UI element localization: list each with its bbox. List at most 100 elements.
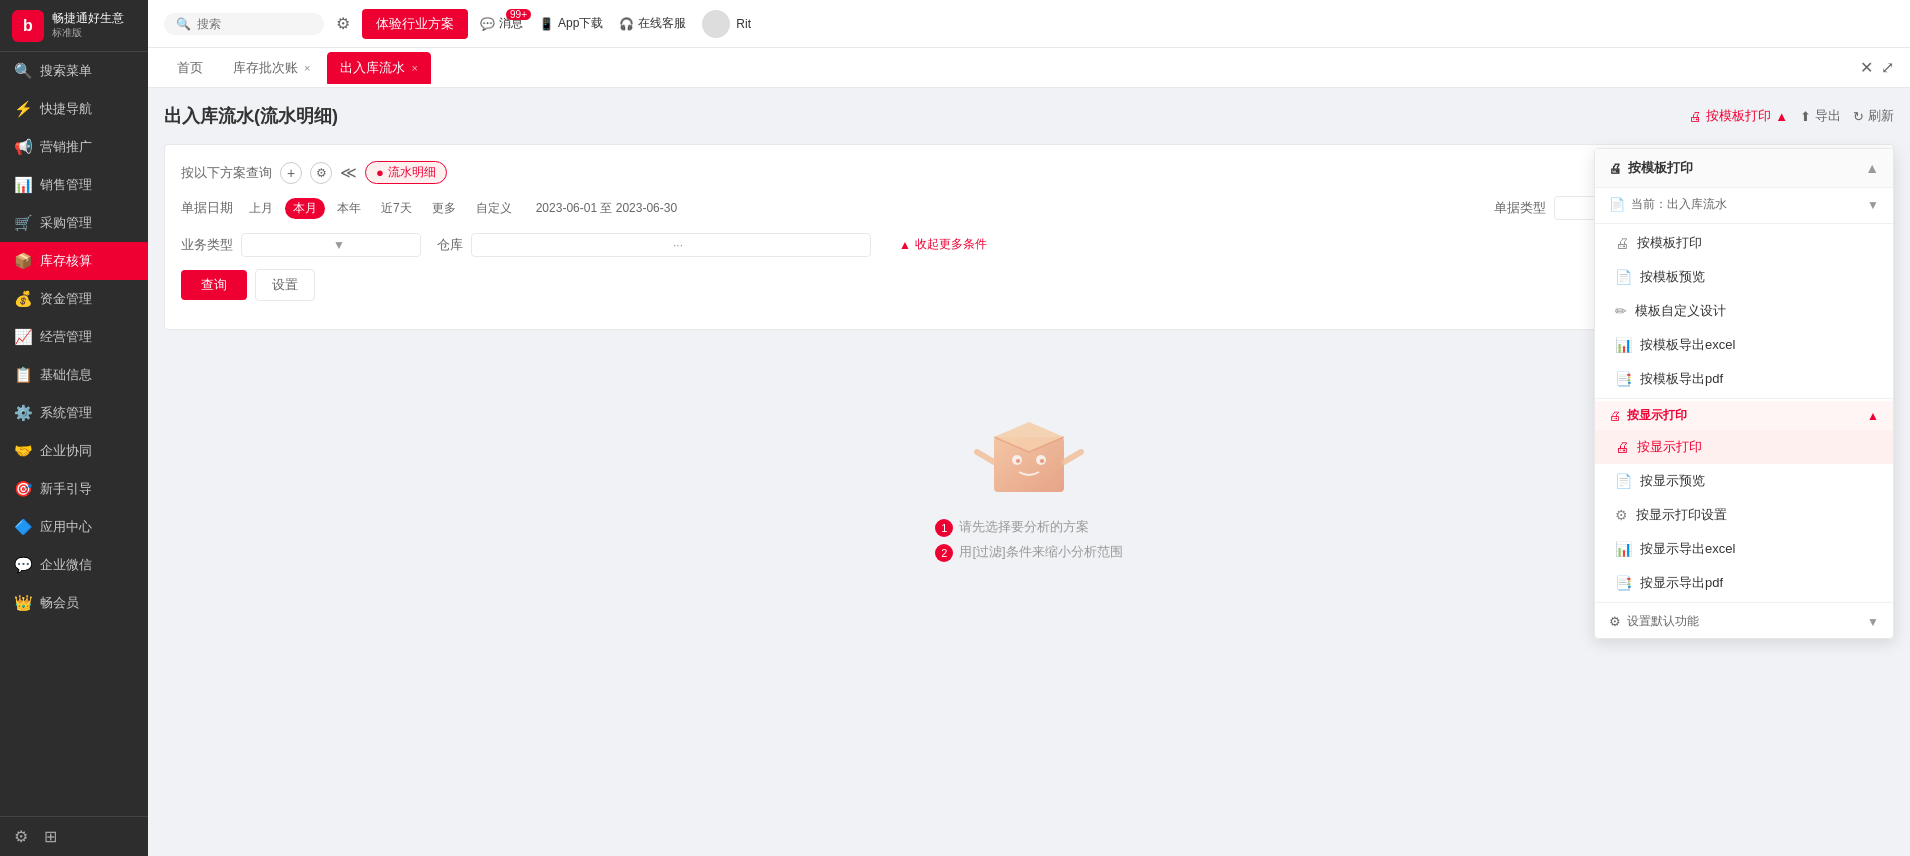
tab-minimize[interactable]: ⤢: [1881, 58, 1894, 77]
pdf-icon-1: 📑: [1615, 371, 1632, 387]
sidebar-item-wechat[interactable]: 💬 企业微信: [0, 546, 148, 584]
tab-home[interactable]: 首页: [164, 52, 216, 84]
headset-icon: 🎧: [619, 17, 634, 31]
display-section-arrow-icon: ▲: [1867, 409, 1879, 423]
dropdown-title: 🖨 按模板打印: [1609, 159, 1693, 177]
sidebar-item-basic-info[interactable]: 📋 基础信息: [0, 356, 148, 394]
message-badge[interactable]: 💬 消息 99+: [480, 15, 523, 32]
date-tab-more[interactable]: 更多: [424, 198, 464, 219]
topbar-gear-icon[interactable]: ⚙: [336, 14, 350, 33]
current-template-icon: 📄: [1609, 197, 1625, 212]
collapse-btn[interactable]: ▲ 收起更多条件: [887, 232, 999, 257]
sidebar-item-purchase[interactable]: 🛒 采购管理: [0, 204, 148, 242]
search-btn[interactable]: 查询: [181, 270, 247, 300]
tabs-bar: 首页 库存批次账 × 出入库流水 × ✕ ⤢: [148, 48, 1910, 88]
quick-nav-icon: ⚡: [14, 100, 32, 118]
date-tab-this-year[interactable]: 本年: [329, 198, 369, 219]
sidebar-item-inventory[interactable]: 📦 库存核算: [0, 242, 148, 280]
filter-arrow-icon[interactable]: ≪: [340, 163, 357, 182]
sales-icon: 📊: [14, 176, 32, 194]
dropdown-item-template-custom[interactable]: ✏ 模板自定义设计: [1595, 294, 1893, 328]
sidebar-item-finance[interactable]: 💰 资金管理: [0, 280, 148, 318]
dropdown-collapse-icon[interactable]: ▲: [1865, 160, 1879, 176]
avatar: [702, 10, 730, 38]
current-template-item[interactable]: 📄 当前：出入库流水 ▼: [1595, 188, 1893, 221]
dropdown-item-display-print-settings[interactable]: ⚙ 按显示打印设置: [1595, 498, 1893, 532]
sidebar-item-system[interactable]: ⚙️ 系统管理: [0, 394, 148, 432]
app-download[interactable]: 📱 App下载: [539, 15, 603, 32]
sidebar-item-enterprise[interactable]: 🤝 企业协同: [0, 432, 148, 470]
toggle-bottom-icon[interactable]: ⊞: [44, 827, 57, 846]
settings-bottom-icon[interactable]: ⚙: [14, 827, 28, 846]
app-logo: b 畅捷通好生意 标准版: [0, 0, 148, 52]
refresh-btn[interactable]: ↻ 刷新: [1853, 107, 1894, 125]
topbar-search-container[interactable]: 🔍: [164, 13, 324, 35]
printer-icon: 🖨: [1689, 109, 1702, 124]
username: Rit: [736, 17, 751, 31]
preview-icon-2: 📄: [1615, 473, 1632, 489]
printer-dropdown-icon: 🖨: [1609, 161, 1622, 176]
sidebar-item-sales[interactable]: 📊 销售管理: [0, 166, 148, 204]
date-tabs: 上月 本月 本年 近7天 更多 自定义: [241, 198, 520, 219]
tab-close-all[interactable]: ✕: [1860, 58, 1873, 77]
dropdown-item-display-excel[interactable]: 📊 按显示导出excel: [1595, 532, 1893, 566]
tab-batch-account[interactable]: 库存批次账 ×: [220, 52, 323, 84]
filter-label: 按以下方案查询: [181, 164, 272, 182]
guide-icon: 🎯: [14, 480, 32, 498]
filter-chip-flow-detail[interactable]: ● 流水明细: [365, 161, 447, 184]
dropdown-item-display-preview[interactable]: 📄 按显示预览: [1595, 464, 1893, 498]
user-area[interactable]: Rit: [702, 10, 751, 38]
pdf-icon-2: 📑: [1615, 575, 1632, 591]
empty-step-2: 2 用[过滤]条件来缩小分析范围: [935, 543, 1122, 562]
sidebar-item-operations[interactable]: 📈 经营管理: [0, 318, 148, 356]
tab-close-flow-detail[interactable]: ×: [411, 62, 417, 74]
date-tab-last-month[interactable]: 上月: [241, 198, 281, 219]
marketing-icon: 📢: [14, 138, 32, 156]
biz-type-label: 业务类型: [181, 236, 233, 254]
dropdown-item-template-preview[interactable]: 📄 按模板预览: [1595, 260, 1893, 294]
date-tab-this-month[interactable]: 本月: [285, 198, 325, 219]
sidebar-item-guide[interactable]: 🎯 新手引导: [0, 470, 148, 508]
dropdown-item-template-excel[interactable]: 📊 按模板导出excel: [1595, 328, 1893, 362]
sidebar-item-member[interactable]: 👑 畅会员: [0, 584, 148, 622]
print-template-btn[interactable]: 🖨 按模板打印 ▲: [1689, 107, 1788, 125]
biz-type-select[interactable]: ▼: [241, 233, 421, 257]
dropdown-item-template-print[interactable]: 🖨 按模板打印: [1595, 226, 1893, 260]
export-btn[interactable]: ⬆ 导出: [1800, 107, 1841, 125]
sidebar-item-search[interactable]: 🔍 搜索菜单: [0, 52, 148, 90]
filter-settings-btn[interactable]: ⚙: [310, 162, 332, 184]
settings-btn[interactable]: 设置: [255, 269, 315, 301]
warehouse-select[interactable]: ···: [471, 233, 871, 257]
topbar-search-input[interactable]: [197, 17, 297, 31]
divider-1: [1595, 223, 1893, 224]
online-service[interactable]: 🎧 在线客服: [619, 15, 686, 32]
warehouse-label: 仓库: [437, 236, 463, 254]
print-icon-2: 🖨: [1615, 439, 1629, 455]
dropdown-header: 🖨 按模板打印 ▲: [1595, 149, 1893, 188]
date-tab-custom[interactable]: 自定义: [468, 198, 520, 219]
tab-close-batch-account[interactable]: ×: [304, 62, 310, 74]
app-name: 畅捷通好生意: [52, 11, 124, 27]
trial-btn[interactable]: 体验行业方案: [362, 9, 468, 39]
app-download-icon: 📱: [539, 17, 554, 31]
default-arrow-icon: ▼: [1867, 615, 1879, 629]
dropdown-item-template-pdf[interactable]: 📑 按模板导出pdf: [1595, 362, 1893, 396]
set-default-section[interactable]: ⚙ 设置默认功能 ▼: [1595, 605, 1893, 638]
sidebar-item-quick-nav[interactable]: ⚡ 快捷导航: [0, 90, 148, 128]
basic-info-icon: 📋: [14, 366, 32, 384]
filter-add-btn[interactable]: +: [280, 162, 302, 184]
tab-flow-detail[interactable]: 出入库流水 ×: [327, 52, 430, 84]
app-version: 标准版: [52, 26, 124, 40]
display-print-section-header[interactable]: 🖨 按显示打印 ▲: [1595, 401, 1893, 430]
date-tab-last7days[interactable]: 近7天: [373, 198, 420, 219]
empty-step-1: 1 请先选择要分析的方案: [935, 518, 1122, 537]
topbar-search-icon: 🔍: [176, 17, 191, 31]
svg-line-9: [1064, 452, 1081, 462]
system-icon: ⚙️: [14, 404, 32, 422]
sidebar-item-app-center[interactable]: 🔷 应用中心: [0, 508, 148, 546]
dropdown-item-display-print[interactable]: 🖨 按显示打印: [1595, 430, 1893, 464]
dropdown-item-display-pdf[interactable]: 📑 按显示导出pdf: [1595, 566, 1893, 600]
date-field-label: 单据日期: [181, 199, 233, 217]
sidebar-item-marketing[interactable]: 📢 营销推广: [0, 128, 148, 166]
date-range: 2023-06-01 至 2023-06-30: [536, 200, 677, 217]
